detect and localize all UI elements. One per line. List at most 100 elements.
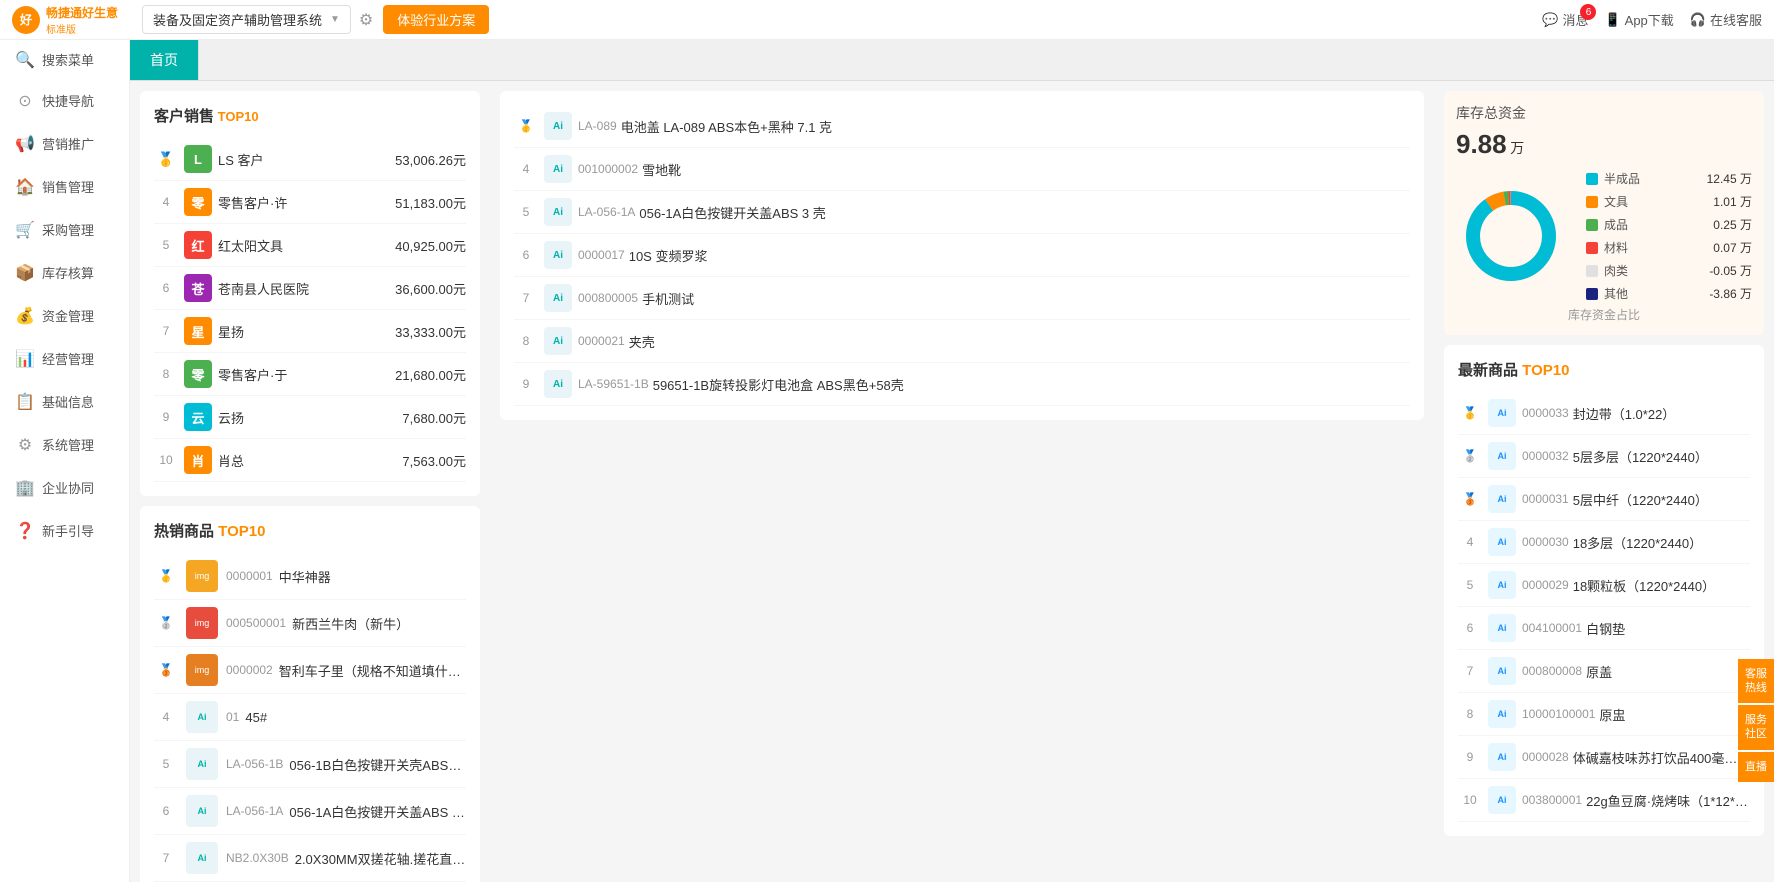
headset-icon: 🎧 <box>1690 12 1706 28</box>
mid-product-code-4: 0000017 <box>578 248 625 262</box>
customer-name-4: 苍南县人民医院 <box>218 279 395 298</box>
online-service-button[interactable]: 🎧 在线客服 <box>1690 10 1762 29</box>
legend-other: 其他 -3.86 万 <box>1586 285 1752 302</box>
new-product-code-10: 003800001 <box>1522 793 1582 807</box>
top-customers-card: 客户销售 TOP10 🥇 L LS 客户 53,006.26元 4 零 <box>140 91 480 496</box>
customer-badge-2: 零 <box>184 188 212 216</box>
sidebar-item-finance[interactable]: 💰 资金管理 <box>0 294 129 337</box>
hot-product-img-6: Ai <box>186 795 218 827</box>
app-download-button[interactable]: 📱 App下载 <box>1604 10 1673 29</box>
sidebar-inventory-label: 库存核算 <box>42 263 94 282</box>
mid-product-img-2: Ai <box>544 155 572 183</box>
new-product-3: 🥉 Ai 0000031 5层中纤（1220*2440） <box>1458 478 1750 521</box>
base-icon: 📋 <box>16 393 34 411</box>
sales-icon: 🏠 <box>16 178 34 196</box>
logo-area: 好 畅捷通好生意 标准版 <box>12 4 142 36</box>
top-products-mid-card: 🥇 Ai LA-089 电池盖 LA-089 ABS本色+黑种 7.1 克 4 … <box>500 91 1424 420</box>
customer-badge-7: 云 <box>184 403 212 431</box>
customer-amount-2: 51,183.00元 <box>395 193 466 212</box>
nav-icon: ⊙ <box>16 92 34 110</box>
sidebar-item-base[interactable]: 📋 基础信息 <box>0 380 129 423</box>
customer-amount-4: 36,600.00元 <box>395 279 466 298</box>
hot-product-name-7: 2.0X30MM双搓花轴.搓花直径2.1MM/ROHS <box>295 849 466 868</box>
mid-product-code-1: LA-089 <box>578 119 617 133</box>
new-product-img-3: Ai <box>1488 485 1516 513</box>
new-product-name-2: 5层多层（1220*2440） <box>1573 447 1750 466</box>
settings-icon[interactable]: ⚙ <box>359 10 373 30</box>
hot-product-3: 🥉 img 0000002 智利车子里（规格不知道填什么） <box>154 647 466 694</box>
new-product-img-9: Ai <box>1488 743 1516 771</box>
service-buttons: 客服热线 服务社区 直播 <box>1738 659 1774 782</box>
donut-chart <box>1456 181 1566 291</box>
new-product-img-10: Ai <box>1488 786 1516 814</box>
customer-row-8: 10 肖 肖总 7,563.00元 <box>154 439 466 482</box>
mid-product-name-6: 夹壳 <box>629 332 1410 351</box>
new-product-2: 🥈 Ai 0000032 5层多层（1220*2440） <box>1458 435 1750 478</box>
sidebar-item-sales[interactable]: 🏠 销售管理 <box>0 165 129 208</box>
sidebar-item-nav[interactable]: ⊙ 快捷导航 <box>0 79 129 122</box>
sidebar-search[interactable]: 🔍 搜索菜单 <box>0 40 129 79</box>
new-product-6: 6 Ai 004100001 白钢垫 <box>1458 607 1750 650</box>
system-icon: ⚙ <box>16 436 34 454</box>
trial-button[interactable]: 体验行业方案 <box>383 5 489 34</box>
sidebar-item-inventory[interactable]: 📦 库存核算 <box>0 251 129 294</box>
message-icon: 💬 <box>1542 12 1558 28</box>
mid-product-img-6: Ai <box>544 327 572 355</box>
sidebar-item-system[interactable]: ⚙ 系统管理 <box>0 423 129 466</box>
new-product-img-5: Ai <box>1488 571 1516 599</box>
customer-row-1: 🥇 L LS 客户 53,006.26元 <box>154 138 466 181</box>
inventory-title: 库存总资金 <box>1456 103 1752 123</box>
inventory-subtitle: 库存资金占比 <box>1456 306 1752 323</box>
system-name: 装备及固定资产辅助管理系统 <box>153 10 322 29</box>
sidebar-item-purchase[interactable]: 🛒 采购管理 <box>0 208 129 251</box>
customer-badge-4: 苍 <box>184 274 212 302</box>
tab-home[interactable]: 首页 <box>130 40 199 80</box>
customer-name-7: 云扬 <box>218 408 402 427</box>
service-hotline-btn[interactable]: 客服热线 <box>1738 659 1774 704</box>
sidebar-item-enterprise[interactable]: 🏢 企业协同 <box>0 466 129 509</box>
customer-badge-8: 肖 <box>184 446 212 474</box>
sidebar-sales-label: 销售管理 <box>42 177 94 196</box>
new-product-4: 4 Ai 0000030 18多层（1220*2440） <box>1458 521 1750 564</box>
inventory-amount: 9.88 <box>1456 129 1507 159</box>
service-community-btn[interactable]: 服务社区 <box>1738 705 1774 750</box>
search-icon: 🔍 <box>16 51 34 69</box>
customer-amount-8: 7,563.00元 <box>402 451 466 470</box>
customer-name-3: 红太阳文具 <box>218 236 395 255</box>
new-product-name-3: 5层中纤（1220*2440） <box>1573 490 1750 509</box>
operation-icon: 📊 <box>16 350 34 368</box>
purchase-icon: 🛒 <box>16 221 34 239</box>
new-product-code-7: 000800008 <box>1522 664 1582 678</box>
customer-amount-6: 21,680.00元 <box>395 365 466 384</box>
chevron-down-icon: ▼ <box>330 14 340 25</box>
customer-row-4: 6 苍 苍南县人民医院 36,600.00元 <box>154 267 466 310</box>
service-live-btn[interactable]: 直播 <box>1738 752 1774 782</box>
hot-product-code-3: 0000002 <box>226 663 273 677</box>
top-customers-title: 客户销售 TOP10 <box>154 105 466 126</box>
sidebar-search-label: 搜索菜单 <box>42 50 94 69</box>
sidebar-item-guide[interactable]: ❓ 新手引导 <box>0 509 129 552</box>
inventory-legend: 半成品 12.45 万 文具 1.01 万 <box>1586 170 1752 302</box>
message-button[interactable]: 💬 消息 6 <box>1542 10 1588 29</box>
new-product-code-3: 0000031 <box>1522 492 1569 506</box>
hot-product-code-7: NB2.0X30B <box>226 851 289 865</box>
legend-dot-wenju <box>1586 196 1598 208</box>
sidebar-item-operation[interactable]: 📊 经营管理 <box>0 337 129 380</box>
new-product-name-5: 18颗粒板（1220*2440） <box>1573 576 1750 595</box>
customer-amount-5: 33,333.00元 <box>395 322 466 341</box>
new-product-code-9: 0000028 <box>1522 750 1569 764</box>
system-selector[interactable]: 装备及固定资产辅助管理系统 ▼ <box>142 5 351 34</box>
hot-product-code-5: LA-056-1B <box>226 757 283 771</box>
customer-badge-1: L <box>184 145 212 173</box>
hot-product-code-1: 0000001 <box>226 569 273 583</box>
mid-product-6: 8 Ai 0000021 夹壳 <box>514 320 1410 363</box>
topbar: 好 畅捷通好生意 标准版 装备及固定资产辅助管理系统 ▼ ⚙ 体验行业方案 💬 … <box>0 0 1774 40</box>
sidebar: 🔍 搜索菜单 ⊙ 快捷导航 📢 营销推广 🏠 销售管理 🛒 采购管理 📦 <box>0 40 130 882</box>
new-product-9: 9 Ai 0000028 体碱嘉枝味苏打饮品400毫升（1*15） <box>1458 736 1750 779</box>
hot-product-name-2: 新西兰牛肉（新牛） <box>292 614 466 633</box>
sidebar-guide-label: 新手引导 <box>42 521 94 540</box>
hot-product-code-6: LA-056-1A <box>226 804 283 818</box>
customer-row-7: 9 云 云扬 7,680.00元 <box>154 396 466 439</box>
hot-product-img-2: img <box>186 607 218 639</box>
sidebar-item-marketing[interactable]: 📢 营销推广 <box>0 122 129 165</box>
